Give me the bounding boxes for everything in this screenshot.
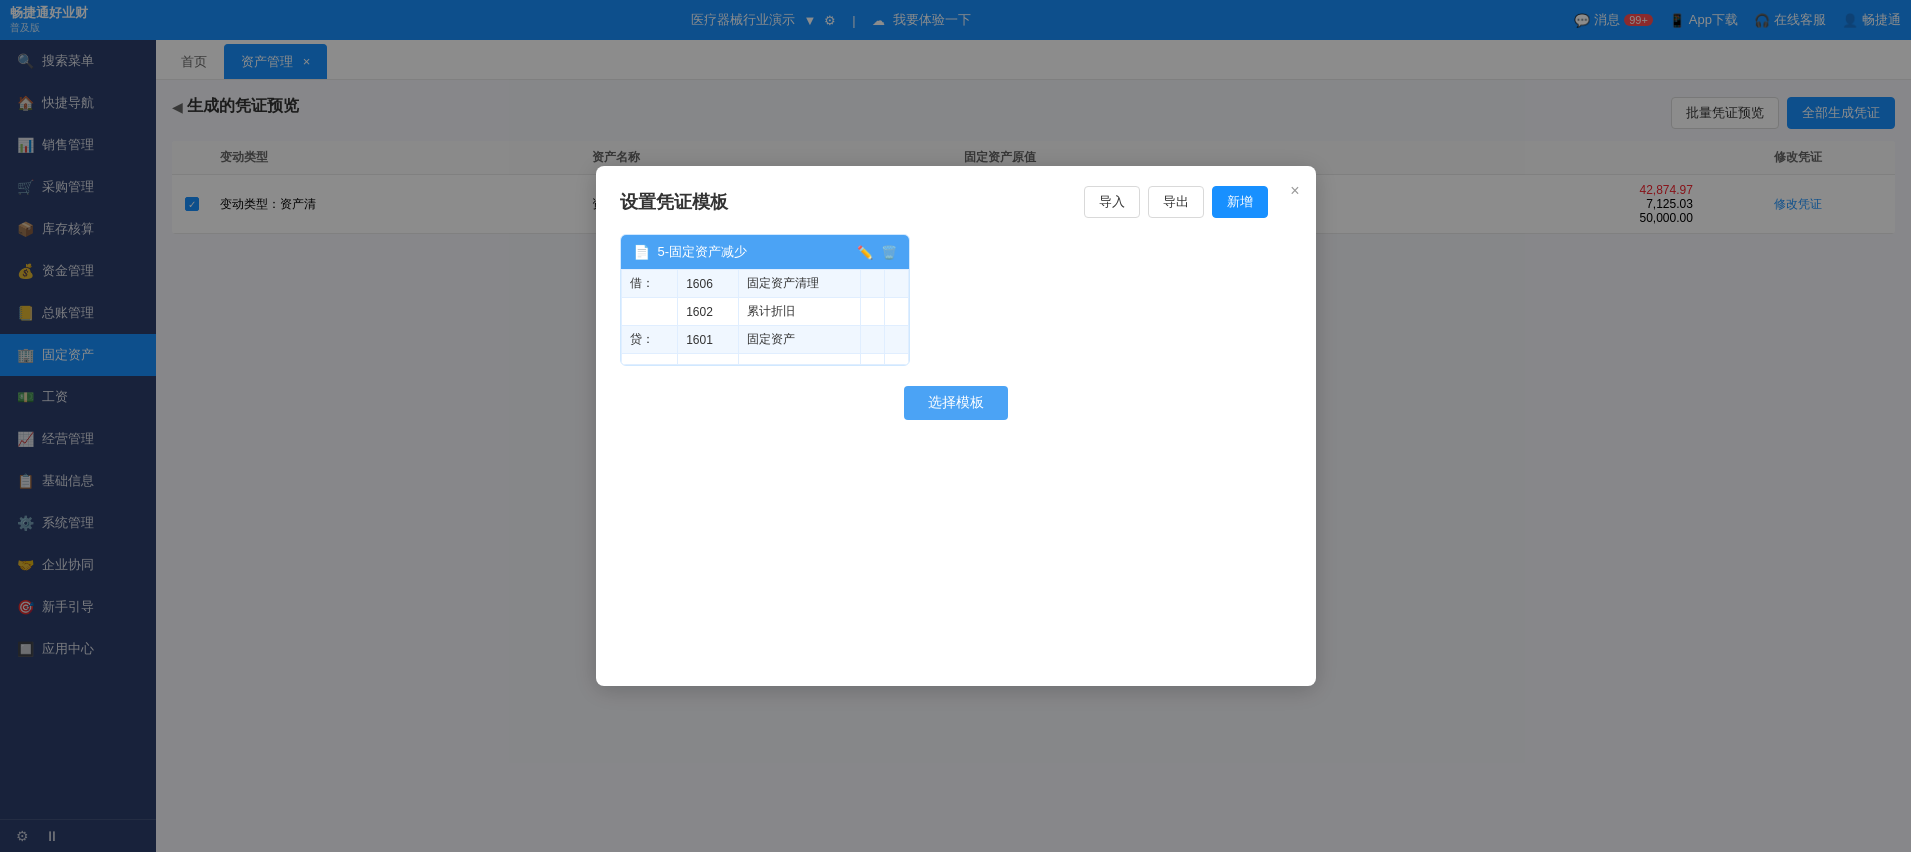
entry-col3-3 [861, 326, 884, 354]
template-row-3: 贷： 1601 固定资产 [621, 326, 908, 354]
template-delete-icon[interactable]: 🗑️ [881, 245, 897, 260]
entry-type-2 [621, 298, 678, 326]
template-card-actions: ✏️ 🗑️ [857, 245, 897, 260]
template-card-header: 📄 5-固定资产减少 ✏️ 🗑️ [621, 235, 909, 269]
template-edit-icon[interactable]: ✏️ [857, 245, 873, 260]
entry-col3-1 [861, 270, 884, 298]
template-row-1: 借： 1606 固定资产清理 [621, 270, 908, 298]
template-doc-icon: 📄 [633, 244, 650, 260]
entry-type-3: 贷： [621, 326, 678, 354]
app-container: 畅捷通好业财 普及版 医疗器械行业演示 ▼ ⚙ | ☁ 我要体验一下 💬 消息 … [0, 0, 1911, 852]
modal-toolbar: 导入 导出 新增 [1084, 186, 1268, 218]
entry-col4-3 [884, 326, 908, 354]
entry-code-4 [678, 354, 738, 365]
export-btn[interactable]: 导出 [1148, 186, 1204, 218]
entry-col4-2 [884, 298, 908, 326]
entry-name-3: 固定资产 [738, 326, 861, 354]
entry-name-1: 固定资产清理 [738, 270, 861, 298]
new-btn[interactable]: 新增 [1212, 186, 1268, 218]
template-row-4 [621, 354, 908, 365]
entry-col4-4 [884, 354, 908, 365]
entry-name-2: 累计折旧 [738, 298, 861, 326]
entry-type-1: 借： [621, 270, 678, 298]
entry-col4-1 [884, 270, 908, 298]
entry-code-1: 1606 [678, 270, 738, 298]
entry-col3-4 [861, 354, 884, 365]
template-row-2: 1602 累计折旧 [621, 298, 908, 326]
entry-code-2: 1602 [678, 298, 738, 326]
modal-dialog: × 设置凭证模板 导入 导出 新增 📄 5-固定资产减少 ✏️ 🗑️ [596, 166, 1316, 686]
template-table: 借： 1606 固定资产清理 1602 累计折旧 [621, 269, 909, 365]
modal-overlay: × 设置凭证模板 导入 导出 新增 📄 5-固定资产减少 ✏️ 🗑️ [0, 0, 1911, 852]
entry-type-4 [621, 354, 678, 365]
template-card: 📄 5-固定资产减少 ✏️ 🗑️ 借： 1606 固定资产清理 [620, 234, 910, 366]
template-name: 5-固定资产减少 [658, 243, 849, 261]
template-card-body: 借： 1606 固定资产清理 1602 累计折旧 [621, 269, 909, 365]
modal-close-btn[interactable]: × [1290, 182, 1299, 200]
import-btn[interactable]: 导入 [1084, 186, 1140, 218]
select-template-btn[interactable]: 选择模板 [904, 386, 1008, 420]
entry-col3-2 [861, 298, 884, 326]
entry-code-3: 1601 [678, 326, 738, 354]
entry-name-4 [738, 354, 861, 365]
